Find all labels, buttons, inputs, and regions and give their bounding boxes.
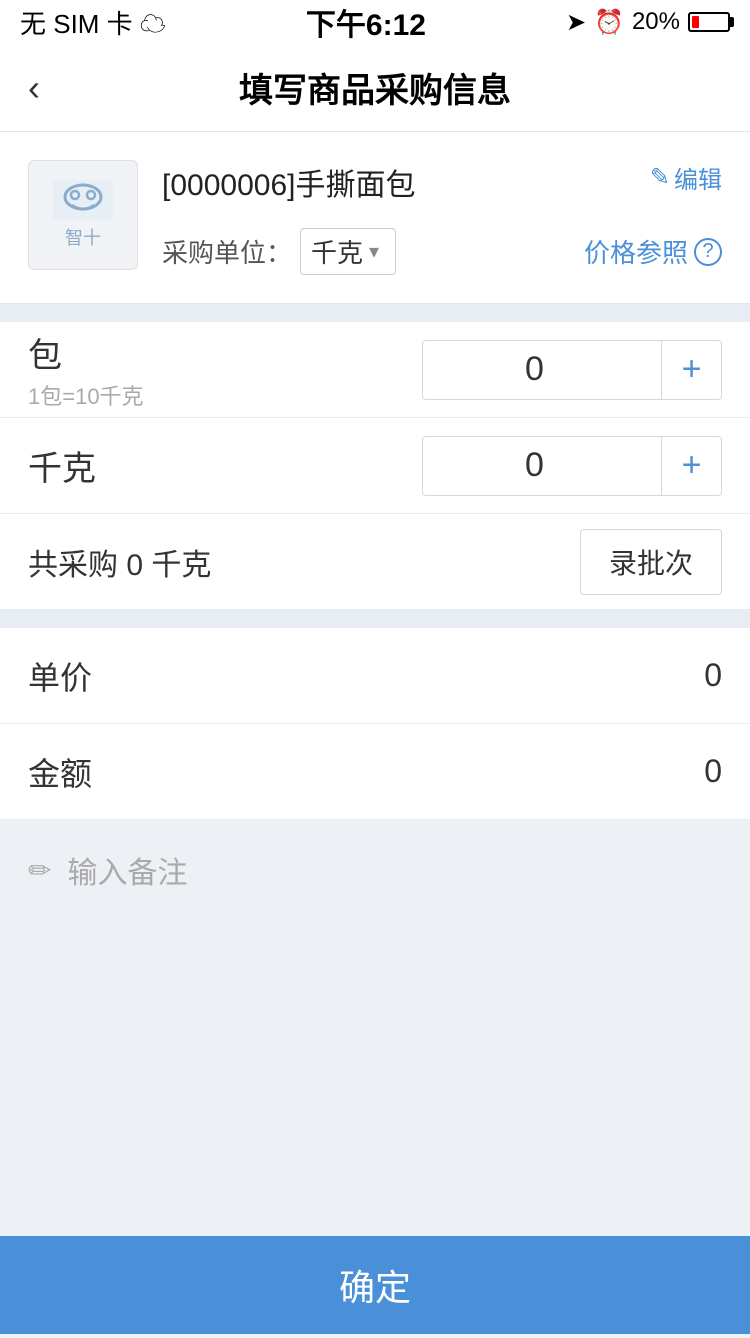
status-battery-pct: 20%: [632, 8, 680, 36]
quantity-control-1: +: [422, 436, 722, 496]
summary-amount: 0: [126, 549, 143, 582]
quantity-row-1: 千克 +: [0, 418, 750, 514]
bottom-filler: [0, 1000, 750, 1240]
confirm-button-label: 确定: [339, 1259, 411, 1311]
product-name: [0000006]手撕面包: [162, 160, 415, 204]
dropdown-icon: ▾: [369, 239, 379, 264]
status-location-icon: ➤: [566, 8, 586, 37]
price-label: 单价: [28, 653, 92, 699]
quantity-unit-1: 千克: [28, 441, 96, 490]
quantity-section: 包 1包=10千克 + 千克 +: [0, 322, 750, 514]
edit-icon: ✎: [650, 163, 670, 192]
unit-label: 采购单位：: [162, 233, 292, 270]
pencil-icon: ✏: [28, 854, 51, 887]
quantity-sub-0: 1包=10千克: [28, 379, 144, 411]
quantity-plus-1[interactable]: +: [662, 436, 722, 496]
edit-label: 编辑: [674, 160, 722, 195]
price-ref-button[interactable]: 价格参照 ?: [584, 233, 722, 270]
page-wrapper: 无 SIM 卡 ☁ 下午6:12 ➤ ⏰ 20% ‹ 填写商品采购信息: [0, 0, 750, 1338]
battery-icon: [688, 12, 730, 32]
battery-indicator: [688, 12, 730, 32]
remark-placeholder: 输入备注: [67, 848, 187, 892]
battery-fill: [692, 16, 699, 28]
price-section: 单价 0 金额 0: [0, 628, 750, 820]
remark-row: ✏ 输入备注: [28, 848, 722, 892]
section-separator-2: [0, 610, 750, 628]
summary-row: 共采购 0 千克 录批次: [0, 514, 750, 610]
quantity-row-0: 包 1包=10千克 +: [0, 322, 750, 418]
product-logo-text: 智十: [65, 224, 101, 250]
summary-text: 共采购 0 千克: [28, 540, 211, 584]
product-name-row: [0000006]手撕面包 ✎ 编辑: [162, 160, 722, 204]
product-logo: [53, 180, 113, 220]
quantity-control-0: +: [422, 340, 722, 400]
summary-prefix: 共采购: [28, 549, 118, 582]
summary-unit: 千克: [151, 549, 211, 582]
quantity-label-0: 包 1包=10千克: [28, 328, 144, 411]
quantity-plus-0[interactable]: +: [662, 340, 722, 400]
amount-label: 金额: [28, 749, 92, 795]
back-button[interactable]: ‹: [28, 67, 40, 109]
unit-row: 采购单位： 千克 ▾ 价格参照 ?: [162, 228, 722, 275]
quantity-input-0[interactable]: [422, 340, 662, 400]
price-row: 单价 0: [0, 628, 750, 724]
remark-section[interactable]: ✏ 输入备注: [0, 820, 750, 1000]
status-bar: 无 SIM 卡 ☁ 下午6:12 ➤ ⏰ 20%: [0, 0, 750, 44]
section-separator-1: [0, 304, 750, 322]
status-right: ➤ ⏰ 20%: [566, 8, 730, 37]
nav-bar: ‹ 填写商品采购信息: [0, 44, 750, 132]
confirm-button[interactable]: 确定: [0, 1236, 750, 1334]
price-value: 0: [704, 657, 722, 694]
quantity-unit-0: 包: [28, 328, 144, 377]
page-title: 填写商品采购信息: [239, 63, 511, 112]
quantity-input-1[interactable]: [422, 436, 662, 496]
status-time: 下午6:12: [306, 0, 426, 44]
edit-button[interactable]: ✎ 编辑: [650, 160, 722, 195]
unit-select[interactable]: 千克 ▾: [300, 228, 396, 275]
quantity-label-1: 千克: [28, 441, 96, 490]
price-ref-label: 价格参照: [584, 233, 688, 270]
amount-value: 0: [704, 753, 722, 790]
unit-value: 千克: [311, 233, 363, 270]
price-ref-icon: ?: [694, 238, 722, 266]
product-info: [0000006]手撕面包 ✎ 编辑 采购单位： 千克 ▾ 价格参照 ?: [162, 160, 722, 275]
product-thumbnail: 智十: [28, 160, 138, 270]
batch-button[interactable]: 录批次: [580, 529, 722, 595]
status-alarm-icon: ⏰: [594, 8, 624, 37]
product-card: 智十 [0000006]手撕面包 ✎ 编辑 采购单位： 千克 ▾: [0, 132, 750, 304]
status-signal: 无 SIM 卡 ☁: [20, 4, 166, 41]
amount-row: 金额 0: [0, 724, 750, 820]
